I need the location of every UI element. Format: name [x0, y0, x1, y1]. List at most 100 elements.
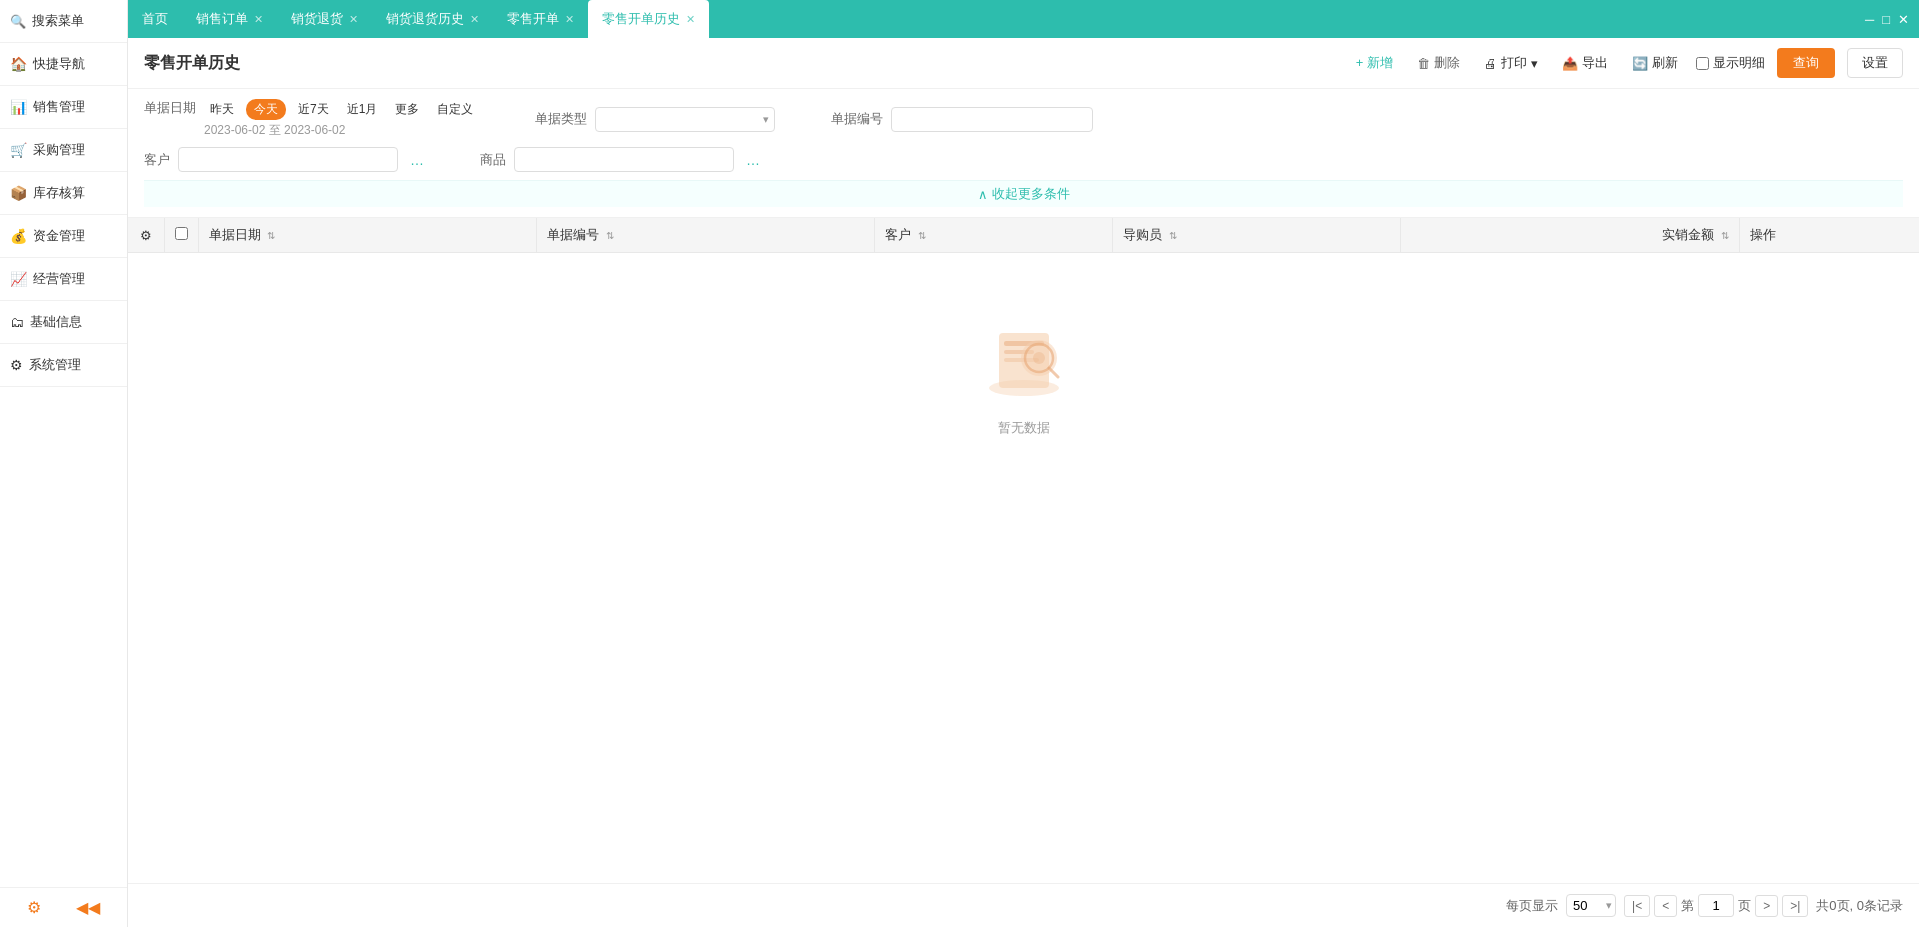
- page-nav: |< < 第 1 页 > >|: [1624, 894, 1808, 917]
- customer-label: 客户: [144, 151, 170, 169]
- sort-guide-icon[interactable]: ⇅: [1169, 230, 1177, 241]
- sidebar-item-label: 基础信息: [30, 313, 82, 331]
- close-tab-sales-return-history-icon[interactable]: ✕: [470, 13, 479, 26]
- doc-type-select[interactable]: [595, 107, 775, 132]
- close-tab-sales-order-icon[interactable]: ✕: [254, 13, 263, 26]
- sidebar-item-inventory[interactable]: 📦 库存核算: [0, 172, 127, 215]
- doc-number-input[interactable]: [891, 107, 1093, 132]
- date-btn-yesterday[interactable]: 昨天: [204, 99, 240, 120]
- sort-doc-date-icon[interactable]: ⇅: [267, 230, 275, 241]
- customer-input[interactable]: [178, 147, 398, 172]
- page-content: 零售开单历史 + 新增 🗑 删除 🖨 打印 ▾ 📤 导出 🔄: [128, 38, 1919, 927]
- sidebar-item-quick-nav[interactable]: 🏠 快捷导航: [0, 43, 127, 86]
- sidebar-item-label: 库存核算: [33, 184, 85, 202]
- data-table: ⚙ 单据日期 ⇅ 单据编号 ⇅: [128, 218, 1919, 253]
- chevron-up-icon: ∧: [978, 187, 988, 202]
- sort-doc-number-icon[interactable]: ⇅: [606, 230, 614, 241]
- print-label: 打印: [1501, 54, 1527, 72]
- tab-bar: 首页 销售订单 ✕ 销货退货 ✕ 销货退货历史 ✕ 零售开单 ✕ 零售开单历史 …: [128, 0, 1919, 38]
- th-amount[interactable]: 实销金额 ⇅: [1401, 218, 1739, 253]
- close-tab-retail-open-icon[interactable]: ✕: [565, 13, 574, 26]
- sidebar-item-base-info[interactable]: 🗂 基础信息: [0, 301, 127, 344]
- sidebar-item-sys-mgmt[interactable]: ⚙ 系统管理: [0, 344, 127, 387]
- sidebar-item-operations[interactable]: 📈 经营管理: [0, 258, 127, 301]
- page-size-wrapper: 10 20 50 100: [1566, 894, 1616, 917]
- th-checkbox: [164, 218, 198, 253]
- date-btn-last7[interactable]: 近7天: [292, 99, 335, 120]
- customer-ellipsis-icon[interactable]: …: [410, 152, 424, 168]
- tab-sales-return-history[interactable]: 销货退货历史 ✕: [372, 0, 493, 38]
- empty-text: 暂无数据: [998, 419, 1050, 437]
- page-size-select[interactable]: 10 20 50 100: [1566, 894, 1616, 917]
- tab-retail-open-history-label: 零售开单历史: [602, 10, 680, 28]
- tab-retail-open-history[interactable]: 零售开单历史 ✕: [588, 0, 709, 38]
- date-btn-last-month[interactable]: 近1月: [341, 99, 384, 120]
- sidebar-bottom: ⚙ ◀◀: [0, 887, 127, 927]
- tab-home[interactable]: 首页: [128, 0, 182, 38]
- add-button[interactable]: + 新增: [1350, 50, 1399, 76]
- sidebar-item-finance[interactable]: 💰 资金管理: [0, 215, 127, 258]
- cart-icon: 🛒: [10, 142, 27, 158]
- delete-button[interactable]: 🗑 删除: [1411, 50, 1466, 76]
- collapse-filters-btn[interactable]: ∧ 收起更多条件: [144, 180, 1903, 207]
- folder-icon: 🗂: [10, 314, 24, 330]
- pagination-bar: 每页显示 10 20 50 100 |< < 第 1 页 > >| 共0页, 0…: [128, 883, 1919, 927]
- sidebar-search[interactable]: 🔍 搜索菜单: [0, 0, 127, 43]
- goods-input[interactable]: [514, 147, 734, 172]
- page-suffix: 页: [1738, 897, 1751, 915]
- date-btn-custom[interactable]: 自定义: [431, 99, 479, 120]
- table-settings-icon[interactable]: ⚙: [140, 228, 152, 243]
- sidebar-item-label: 资金管理: [33, 227, 85, 245]
- th-guide[interactable]: 导购员 ⇅: [1113, 218, 1401, 253]
- tab-retail-open-label: 零售开单: [507, 10, 559, 28]
- refresh-button[interactable]: 🔄 刷新: [1626, 50, 1684, 76]
- print-button[interactable]: 🖨 打印 ▾: [1478, 50, 1544, 76]
- th-settings[interactable]: ⚙: [128, 218, 164, 253]
- first-page-btn[interactable]: |<: [1624, 895, 1650, 917]
- collapse-sidebar-icon[interactable]: ◀◀: [76, 898, 100, 917]
- goods-filter-group: 商品 …: [480, 147, 760, 172]
- th-action-label: 操作: [1750, 227, 1776, 242]
- select-all-checkbox[interactable]: [175, 227, 188, 240]
- settings-icon[interactable]: ⚙: [27, 898, 41, 917]
- query-button[interactable]: 查询: [1777, 48, 1835, 78]
- export-button[interactable]: 📤 导出: [1556, 50, 1614, 76]
- sort-customer-icon[interactable]: ⇅: [918, 230, 926, 241]
- empty-state: 暂无数据: [128, 253, 1919, 497]
- tab-bar-right: ─ □ ✕: [1865, 12, 1919, 27]
- tab-retail-open[interactable]: 零售开单 ✕: [493, 0, 588, 38]
- refresh-label: 刷新: [1652, 54, 1678, 72]
- settings-button[interactable]: 设置: [1847, 48, 1903, 78]
- tab-sales-order[interactable]: 销售订单 ✕: [182, 0, 277, 38]
- sidebar-item-sales-mgmt[interactable]: 📊 销售管理: [0, 86, 127, 129]
- show-detail-checkbox[interactable]: [1696, 57, 1709, 70]
- total-info: 共0页, 0条记录: [1816, 897, 1903, 915]
- sidebar-item-purchase-mgmt[interactable]: 🛒 采购管理: [0, 129, 127, 172]
- prev-page-btn[interactable]: <: [1654, 895, 1677, 917]
- close-tab-retail-open-history-icon[interactable]: ✕: [686, 13, 695, 26]
- page-input[interactable]: 1: [1698, 894, 1734, 917]
- sidebar-item-label: 销售管理: [33, 98, 85, 116]
- date-btn-more[interactable]: 更多: [389, 99, 425, 120]
- th-customer[interactable]: 客户 ⇅: [875, 218, 1113, 253]
- doc-type-select-wrapper: [595, 107, 775, 132]
- export-label: 导出: [1582, 54, 1608, 72]
- window-maximize-icon[interactable]: □: [1882, 12, 1890, 27]
- goods-ellipsis-icon[interactable]: …: [746, 152, 760, 168]
- close-tab-sales-return-icon[interactable]: ✕: [349, 13, 358, 26]
- home-icon: 🏠: [10, 56, 27, 72]
- th-doc-number-label: 单据编号: [547, 227, 599, 242]
- tab-sales-return[interactable]: 销货退货 ✕: [277, 0, 372, 38]
- th-doc-date-label: 单据日期: [209, 227, 261, 242]
- last-page-btn[interactable]: >|: [1782, 895, 1808, 917]
- toolbar: 零售开单历史 + 新增 🗑 删除 🖨 打印 ▾ 📤 导出 🔄: [128, 38, 1919, 89]
- window-close-icon[interactable]: ✕: [1898, 12, 1909, 27]
- date-btn-today[interactable]: 今天: [246, 99, 286, 120]
- th-doc-number[interactable]: 单据编号 ⇅: [536, 218, 874, 253]
- money-icon: 💰: [10, 228, 27, 244]
- th-doc-date[interactable]: 单据日期 ⇅: [198, 218, 536, 253]
- next-page-btn[interactable]: >: [1755, 895, 1778, 917]
- sort-amount-icon[interactable]: ⇅: [1721, 230, 1729, 241]
- trend-icon: 📈: [10, 271, 27, 287]
- window-minimize-icon[interactable]: ─: [1865, 12, 1874, 27]
